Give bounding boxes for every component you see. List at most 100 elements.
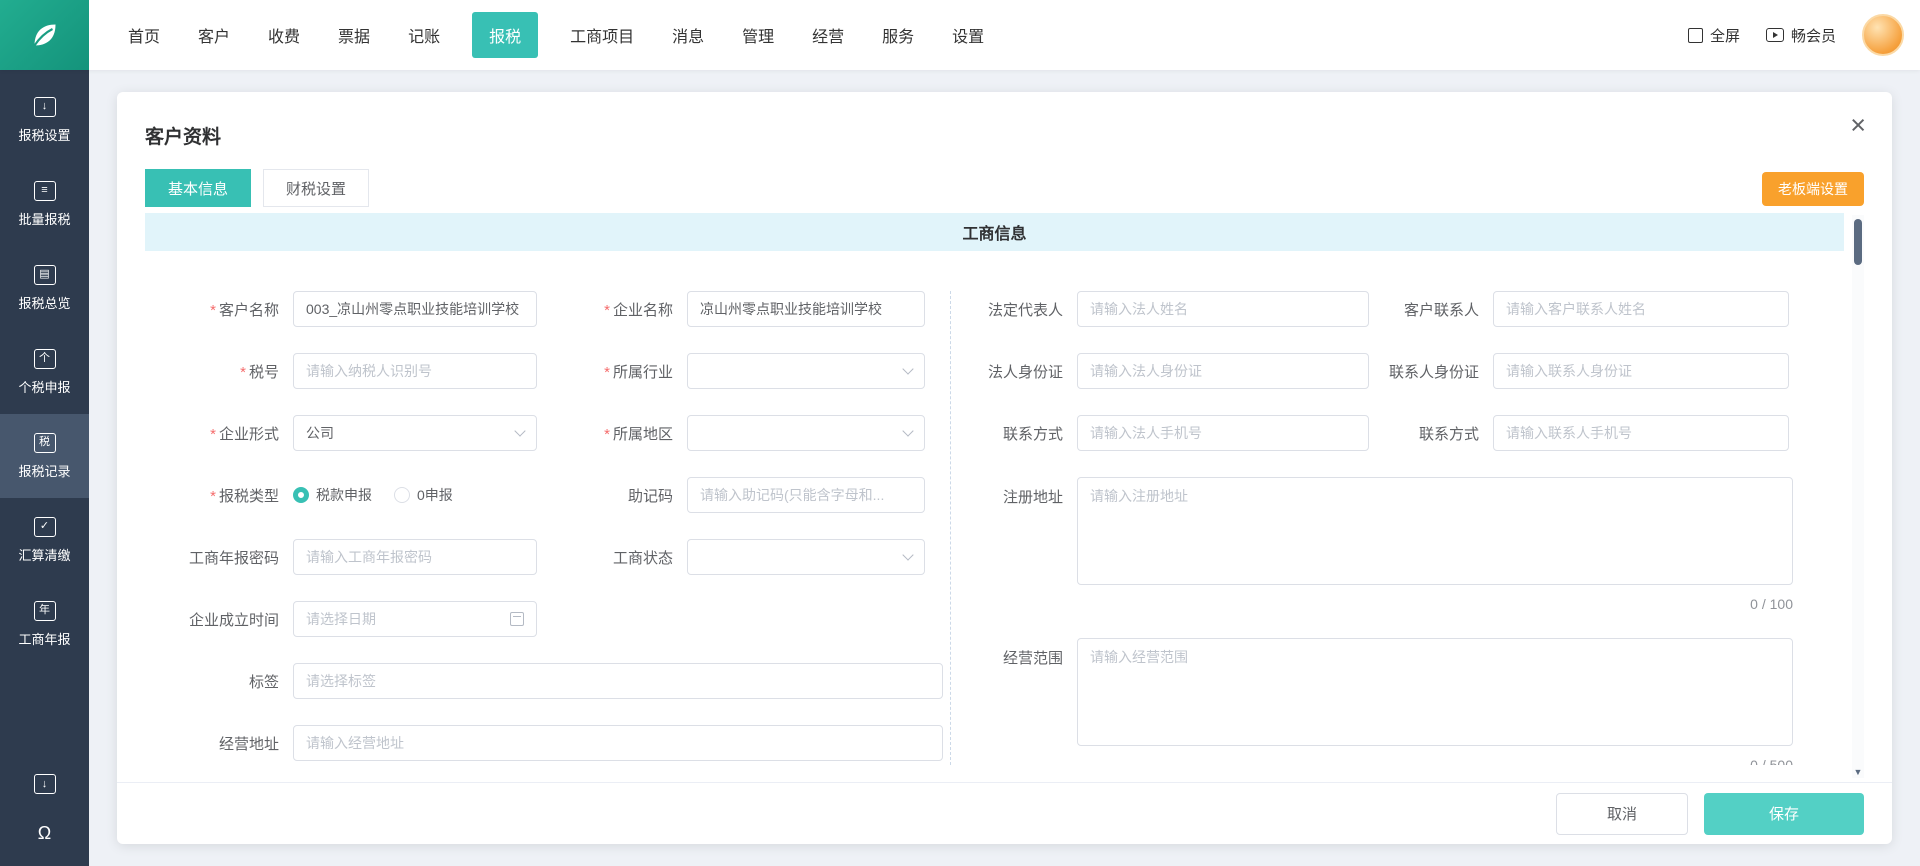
sidebar-item-final-settlement[interactable]: ✓ 汇算清缴	[0, 498, 89, 582]
registered-address-label: 注册地址	[1002, 489, 1063, 506]
chevron-down-icon	[902, 425, 914, 437]
scrollbar-down-arrow[interactable]: ▼	[1852, 766, 1864, 778]
nav-item-bookkeeping[interactable]: 记账	[402, 0, 446, 70]
nav-item-management[interactable]: 管理	[736, 0, 780, 70]
form-row: 经营范围 0 / 500	[977, 638, 1844, 765]
form-row: 工商年报密码 工商状态	[145, 539, 950, 575]
required-mark: *	[604, 425, 610, 443]
main-area: 客户资料 × 基本信息 财税设置 老板端设置 工商信息 *客户名称 *企业名称	[89, 70, 1920, 866]
fullscreen-button[interactable]: 全屏	[1687, 25, 1740, 46]
annual-report-password-input[interactable]	[293, 539, 537, 575]
personal-tax-icon: 个	[33, 348, 56, 369]
form-row: 经营地址	[145, 725, 950, 761]
legal-phone-label: 联系方式	[1002, 425, 1063, 443]
business-info-section-header: 工商信息	[145, 213, 1844, 251]
nav-item-settings[interactable]: 设置	[946, 0, 990, 70]
close-icon[interactable]: ×	[1850, 112, 1866, 139]
legal-id-input[interactable]	[1077, 353, 1369, 389]
sidebar-item-personal-tax[interactable]: 个 个税申报	[0, 330, 89, 414]
form-left-section: *客户名称 *企业名称 *税号 *所属行业	[145, 291, 951, 765]
contact-phone-input[interactable]	[1493, 415, 1789, 451]
tab-finance-tax-settings[interactable]: 财税设置	[263, 169, 370, 207]
modal-tabs: 基本信息 财税设置 老板端设置	[117, 149, 1892, 213]
modal-header: 客户资料 ×	[117, 92, 1892, 149]
member-label: 畅会员	[1790, 27, 1836, 45]
business-status-label: 工商状态	[612, 549, 673, 567]
annual-report-icon: 年	[33, 600, 56, 621]
sidebar-item-tax-settings[interactable]: ↓ 报税设置	[0, 78, 89, 162]
cancel-button[interactable]: 取消	[1556, 792, 1688, 835]
company-type-select[interactable]: 公司	[293, 415, 537, 451]
registered-address-textarea[interactable]	[1077, 477, 1793, 585]
batch-filing-icon: ≡	[33, 180, 56, 201]
fullscreen-label: 全屏	[1709, 27, 1740, 45]
monitor-download-icon[interactable]: ↓	[33, 774, 56, 794]
nav-item-operations[interactable]: 经营	[806, 0, 850, 70]
radio-tax-declaration[interactable]: 税款申报	[293, 485, 372, 505]
mnemonic-input[interactable]	[687, 477, 925, 513]
company-name-input[interactable]	[687, 291, 925, 327]
tax-settings-icon: ↓	[33, 96, 56, 117]
legal-id-label: 法人身份证	[987, 363, 1063, 381]
nav-item-messages[interactable]: 消息	[666, 0, 710, 70]
member-button[interactable]: 畅会员	[1765, 25, 1836, 46]
region-select[interactable]	[687, 415, 925, 451]
tax-number-label: * 税号	[240, 363, 279, 381]
final-settlement-icon: ✓	[33, 516, 56, 537]
form-row: * 报税类型 税款申报 0申报 助记码 请输入助记码(只能含字母和...	[145, 477, 950, 513]
modal-title: 客户资料	[145, 127, 222, 148]
headset-icon[interactable]: Ω	[38, 824, 51, 842]
required-mark: *	[604, 363, 610, 381]
sidebar-item-filing-overview[interactable]: ▤ 报税总览	[0, 246, 89, 330]
customer-info-modal: 客户资料 × 基本信息 财税设置 老板端设置 工商信息 *客户名称 *企业名称	[117, 92, 1892, 844]
establish-date-picker[interactable]: 请选择日期	[293, 601, 537, 637]
tax-type-label: * 报税类型	[210, 487, 279, 505]
industry-select[interactable]	[687, 353, 925, 389]
nav-item-business-projects[interactable]: 工商项目	[564, 0, 640, 70]
nav-item-tax-filing[interactable]: 报税	[472, 12, 539, 58]
tab-basic-info[interactable]: 基本信息	[145, 169, 252, 207]
nav-item-services[interactable]: 服务	[876, 0, 920, 70]
tags-input[interactable]	[293, 663, 943, 699]
contact-id-label: 联系人身份证	[1388, 363, 1479, 381]
business-status-select[interactable]	[687, 539, 925, 575]
sidebar-item-filing-records[interactable]: 税 报税记录	[0, 414, 89, 498]
business-scope-textarea[interactable]	[1077, 638, 1793, 746]
save-button[interactable]: 保存	[1704, 792, 1864, 835]
main-nav: 首页 客户 收费 票据 记账 报税 工商项目 消息 管理 经营 服务 设置	[89, 0, 1688, 70]
filing-overview-icon: ▤	[33, 264, 56, 285]
nav-item-invoices[interactable]: 票据	[332, 0, 376, 70]
boss-settings-button[interactable]: 老板端设置	[1762, 172, 1864, 206]
tax-number-input[interactable]	[293, 353, 537, 389]
legal-rep-input[interactable]	[1077, 291, 1369, 327]
nav-item-home[interactable]: 首页	[122, 0, 166, 70]
customer-name-input[interactable]	[293, 291, 537, 327]
scrollbar-thumb[interactable]	[1854, 219, 1862, 265]
nav-item-billing[interactable]: 收费	[262, 0, 306, 70]
establish-date-label: 企业成立时间	[188, 611, 279, 629]
company-type-label: * 企业形式	[210, 425, 279, 443]
customer-contact-input[interactable]	[1493, 291, 1789, 327]
nav-item-customers[interactable]: 客户	[192, 0, 236, 70]
form-row: 企业成立时间 请选择日期	[145, 601, 950, 637]
form-row: *客户名称 *企业名称	[145, 291, 950, 327]
business-address-input[interactable]	[293, 725, 943, 761]
sidebar-item-annual-report[interactable]: 年 工商年报	[0, 582, 89, 666]
avatar[interactable]	[1862, 14, 1904, 56]
chevron-down-icon	[902, 363, 914, 375]
form-row: 联系方式 联系方式	[977, 415, 1844, 451]
company-type-value: 公司	[306, 425, 334, 441]
tax-type-radio-group: 税款申报 0申报	[293, 485, 537, 505]
app-logo[interactable]	[0, 0, 89, 70]
sidebar: ↓ 报税设置 ≡ 批量报税 ▤ 报税总览 个 个税申报 税 报税记录 ✓ 汇算清…	[0, 70, 89, 866]
vertical-scrollbar[interactable]: ▼	[1852, 215, 1864, 778]
radio-dot-icon	[394, 487, 410, 503]
radio-zero-declaration[interactable]: 0申报	[394, 485, 453, 505]
industry-label: * 所属行业	[604, 363, 673, 381]
company-name-label: * 企业名称	[604, 301, 673, 319]
filing-records-icon: 税	[33, 432, 56, 453]
legal-phone-input[interactable]	[1077, 415, 1369, 451]
sidebar-item-batch-filing[interactable]: ≡ 批量报税	[0, 162, 89, 246]
contact-id-input[interactable]	[1493, 353, 1789, 389]
form-row: 注册地址 0 / 100	[977, 477, 1844, 612]
